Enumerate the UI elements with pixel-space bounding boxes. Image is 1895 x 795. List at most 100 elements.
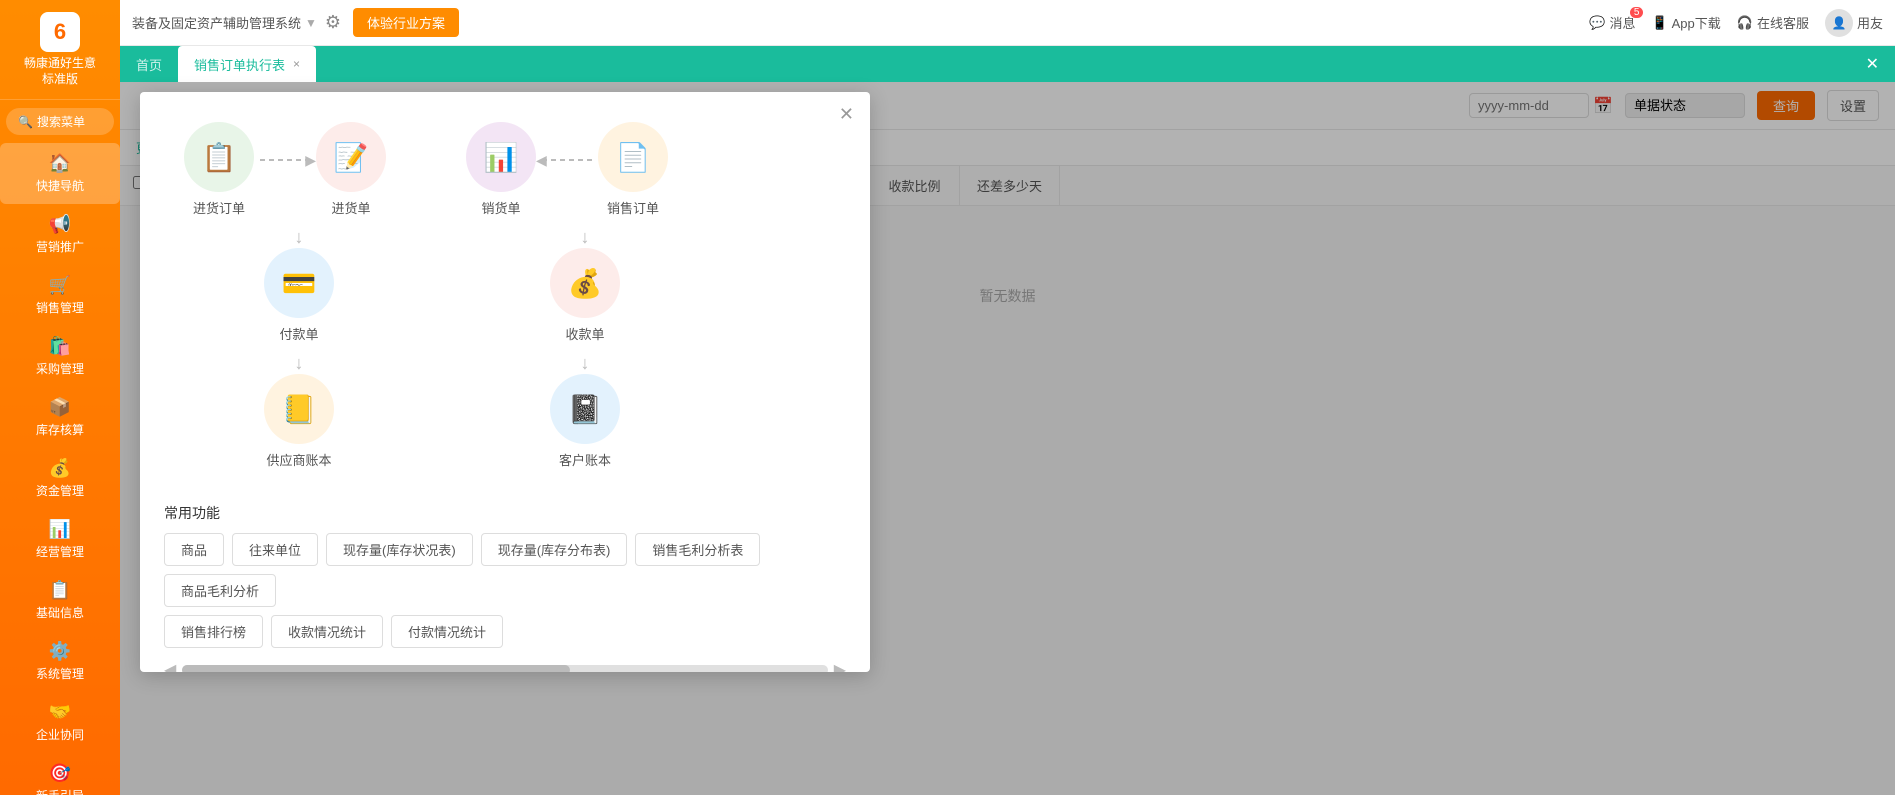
flow-node-purchase-invoice[interactable]: 📝 进货单 bbox=[316, 122, 386, 217]
payment-label: 付款单 bbox=[279, 324, 318, 343]
download-icon: 📱 bbox=[1651, 15, 1667, 31]
purchase-icon: 🛍️ bbox=[49, 336, 71, 357]
purchase-order-label: 进货订单 bbox=[193, 198, 245, 217]
info-icon: 📋 bbox=[49, 580, 71, 601]
func-receipt-stats[interactable]: 收款情况统计 bbox=[271, 615, 383, 648]
flow-node-sales-invoice[interactable]: 📊 销货单 bbox=[466, 122, 536, 217]
header: 装备及固定资产辅助管理系统 ▼ ⚙ 体验行业方案 💬 5 消息 📱 App下载 … bbox=[120, 0, 1895, 46]
flow-row-4: ↓ ↓ bbox=[184, 353, 826, 374]
sidebar-search[interactable]: 🔍 搜索菜单 bbox=[6, 108, 114, 135]
sidebar-item-sales[interactable]: 🛒 销售管理 bbox=[0, 265, 120, 326]
user-name: 用友 bbox=[1857, 13, 1883, 32]
header-actions: 💬 5 消息 📱 App下载 🎧 在线客服 👤 用友 bbox=[1589, 9, 1883, 37]
supplier-ledger-circle: 📒 bbox=[264, 374, 334, 444]
experience-btn[interactable]: 体验行业方案 bbox=[353, 8, 459, 37]
payment-circle: 💳 bbox=[264, 248, 334, 318]
home-icon: 🏠 bbox=[49, 153, 71, 174]
func-sales-margin[interactable]: 销售毛利分析表 bbox=[635, 533, 760, 566]
sidebar-item-collab[interactable]: 🤝 企业协同 bbox=[0, 692, 120, 753]
arrow-down-rec: ↓ bbox=[550, 353, 620, 374]
sidebar-item-label: 快捷导航 bbox=[36, 177, 84, 194]
user-action[interactable]: 👤 用友 bbox=[1825, 9, 1883, 37]
sidebar-item-finance[interactable]: 💰 资金管理 bbox=[0, 448, 120, 509]
sidebar-item-label: 企业协同 bbox=[36, 726, 84, 743]
tab-home-label: 首页 bbox=[136, 55, 162, 74]
sidebar-item-system[interactable]: ⚙️ 系统管理 bbox=[0, 631, 120, 692]
flow-node-customer-ledger[interactable]: 📓 客户账本 bbox=[550, 374, 620, 469]
sidebar-item-inventory[interactable]: 📦 库存核算 bbox=[0, 387, 120, 448]
avatar: 👤 bbox=[1825, 9, 1853, 37]
func-stock-status[interactable]: 现存量(库存状况表) bbox=[326, 533, 473, 566]
arrow-down-pi: ↓ bbox=[264, 227, 334, 248]
func-payment-stats[interactable]: 付款情况统计 bbox=[391, 615, 503, 648]
scroll-track[interactable] bbox=[182, 665, 827, 672]
func-buttons-row1: 商品 往来单位 现存量(库存状况表) 现存量(库存分布表) 销售毛利分析表 商品… bbox=[164, 533, 846, 607]
flow-node-receipt[interactable]: 💰 收款单 bbox=[550, 248, 620, 343]
sidebar-logo: 6 畅康通好生意 标准版 bbox=[0, 0, 120, 100]
flow-row-2: ↓ ↓ bbox=[184, 227, 826, 248]
marketing-icon: 📢 bbox=[49, 214, 71, 235]
supplier-ledger-label: 供应商账本 bbox=[266, 450, 331, 469]
tab-sales-order-label: 销售订单执行表 bbox=[194, 55, 285, 74]
customer-ledger-icon: 📓 bbox=[568, 393, 603, 426]
flow-node-purchase-order[interactable]: 📋 进货订单 bbox=[184, 122, 254, 217]
sales-invoice-label: 销货单 bbox=[481, 198, 520, 217]
arrow-down-pay: ↓ bbox=[264, 353, 334, 374]
modal-close-btn[interactable]: ✕ bbox=[839, 104, 854, 125]
sidebar-item-label: 经营管理 bbox=[36, 543, 84, 560]
settings-icon[interactable]: ⚙ bbox=[325, 12, 341, 33]
common-title: 常用功能 bbox=[164, 503, 846, 523]
arrow-po-to-pi: ▶ bbox=[260, 159, 310, 161]
tab-sales-order[interactable]: 销售订单执行表 × bbox=[178, 46, 316, 82]
func-product-margin[interactable]: 商品毛利分析 bbox=[164, 574, 276, 607]
app-download-action[interactable]: 📱 App下载 bbox=[1651, 13, 1720, 32]
supplier-ledger-icon: 📒 bbox=[282, 393, 317, 426]
sidebar-item-operations[interactable]: 📊 经营管理 bbox=[0, 509, 120, 570]
tab-close-icon[interactable]: × bbox=[293, 57, 300, 71]
sidebar-item-label: 库存核算 bbox=[36, 421, 84, 438]
func-buttons-row2: 销售排行榜 收款情况统计 付款情况统计 bbox=[164, 615, 846, 648]
func-sales-rank[interactable]: 销售排行榜 bbox=[164, 615, 263, 648]
sidebar-item-quick-nav[interactable]: 🏠 快捷导航 bbox=[0, 143, 120, 204]
arrow-so-to-si: ▶ bbox=[542, 159, 592, 161]
customer-ledger-label: 客户账本 bbox=[559, 450, 611, 469]
receipt-icon: 💰 bbox=[568, 267, 603, 300]
flow-row-1: 📋 进货订单 ▶ 📝 进货单 bbox=[184, 122, 826, 217]
tabbar: 首页 销售订单执行表 × ✕ bbox=[120, 46, 1895, 82]
tab-close-window-icon[interactable]: ✕ bbox=[1866, 54, 1879, 74]
guide-icon: 🎯 bbox=[49, 763, 71, 784]
sidebar-item-label: 资金管理 bbox=[36, 482, 84, 499]
scroll-bar-area: ◀ ▶ bbox=[164, 660, 846, 672]
online-service-action[interactable]: 🎧 在线客服 bbox=[1737, 13, 1809, 32]
arrow-down-si: ↓ bbox=[550, 227, 620, 248]
common-functions: 常用功能 商品 往来单位 现存量(库存状况表) 现存量(库存分布表) 销售毛利分… bbox=[164, 503, 846, 648]
flow-node-sales-order[interactable]: 📄 销售订单 bbox=[598, 122, 668, 217]
flow-node-payment[interactable]: 💳 付款单 bbox=[264, 248, 334, 343]
tab-home[interactable]: 首页 bbox=[120, 46, 178, 82]
payment-icon: 💳 bbox=[282, 267, 317, 300]
arrow-right-icon: ▶ bbox=[305, 152, 316, 169]
flow-row-5: 📒 供应商账本 📓 客户账本 bbox=[184, 374, 826, 469]
purchase-invoice-icon: 📝 bbox=[334, 141, 369, 174]
sidebar-item-label: 系统管理 bbox=[36, 665, 84, 682]
system-title-dropdown[interactable]: 装备及固定资产辅助管理系统 ▼ bbox=[132, 13, 317, 32]
sidebar-item-guide[interactable]: 🎯 新手引导 bbox=[0, 753, 120, 795]
inventory-icon: 📦 bbox=[49, 397, 71, 418]
sidebar-item-purchase[interactable]: 🛍️ 采购管理 bbox=[0, 326, 120, 387]
customer-ledger-circle: 📓 bbox=[550, 374, 620, 444]
modal-overlay: ✕ 📋 进货订单 ▶ bbox=[120, 82, 1895, 795]
func-partner[interactable]: 往来单位 bbox=[232, 533, 318, 566]
message-action[interactable]: 💬 5 消息 bbox=[1589, 13, 1635, 32]
service-icon: 🎧 bbox=[1737, 15, 1753, 31]
scroll-right-icon[interactable]: ▶ bbox=[834, 660, 846, 672]
flow-node-supplier-ledger[interactable]: 📒 供应商账本 bbox=[264, 374, 334, 469]
sidebar-item-base-info[interactable]: 📋 基础信息 bbox=[0, 570, 120, 631]
purchase-order-icon: 📋 bbox=[202, 141, 237, 174]
purchase-invoice-circle: 📝 bbox=[316, 122, 386, 192]
scroll-thumb bbox=[182, 665, 569, 672]
sidebar-item-marketing[interactable]: 📢 营销推广 bbox=[0, 204, 120, 265]
func-stock-dist[interactable]: 现存量(库存分布表) bbox=[481, 533, 628, 566]
func-product[interactable]: 商品 bbox=[164, 533, 224, 566]
scroll-left-icon[interactable]: ◀ bbox=[164, 660, 176, 672]
chevron-down-icon: ▼ bbox=[305, 16, 317, 30]
